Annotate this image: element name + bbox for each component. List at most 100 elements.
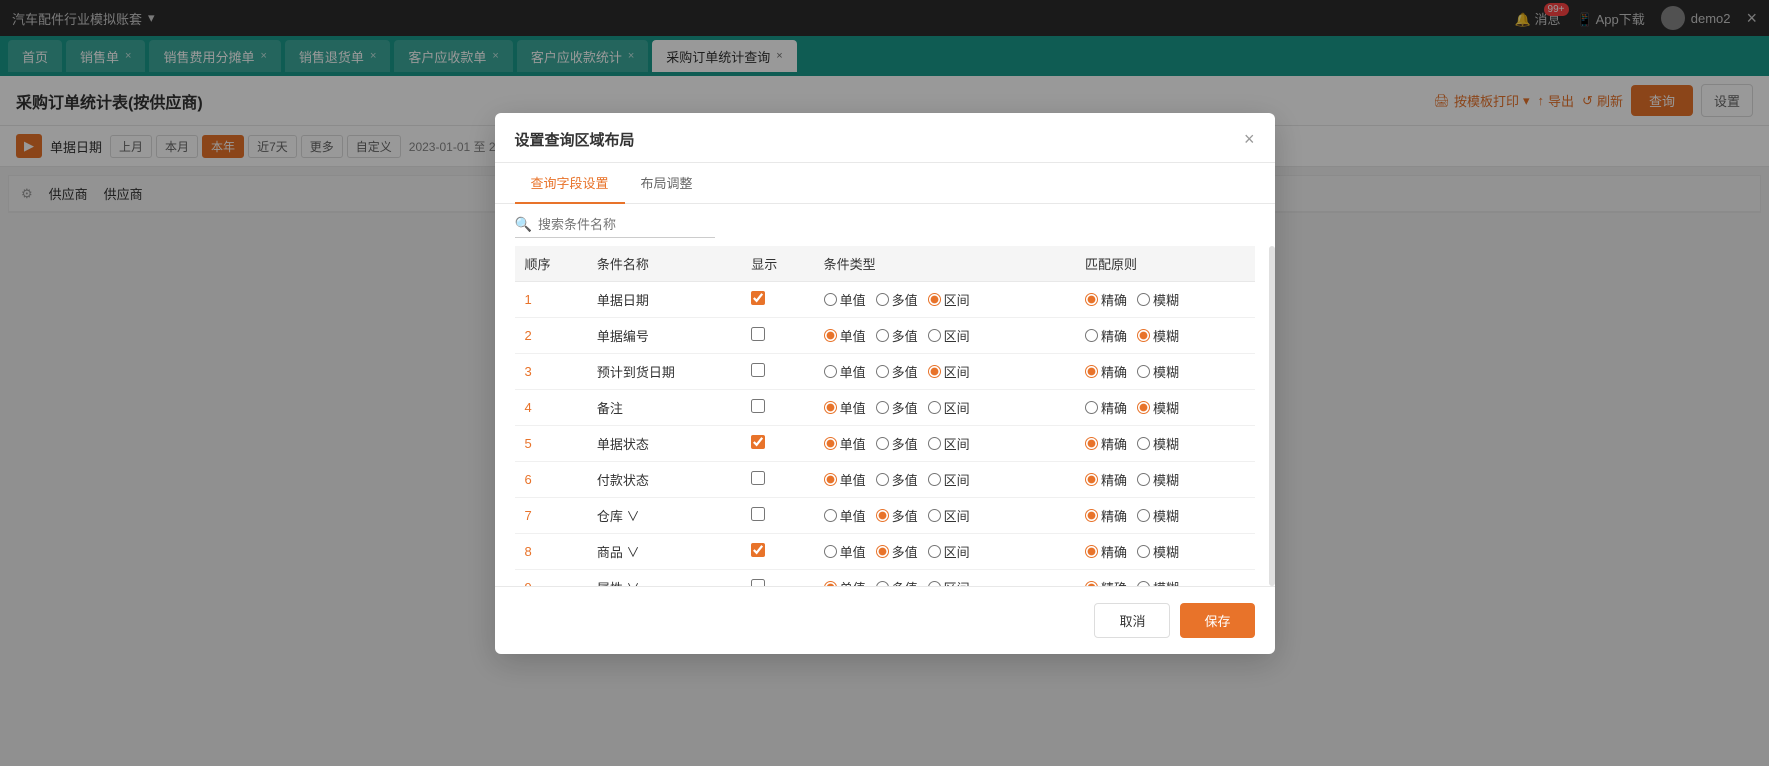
match-option-精确[interactable]: 精确: [1085, 578, 1127, 586]
display-checkbox[interactable]: [751, 471, 765, 485]
row-condition-name: 付款状态: [587, 461, 741, 497]
type-option-单值[interactable]: 单值: [824, 326, 866, 345]
display-checkbox[interactable]: [751, 543, 765, 557]
display-checkbox[interactable]: [751, 327, 765, 341]
type-option-单值[interactable]: 单值: [824, 542, 866, 561]
row-display-cell: [741, 389, 813, 425]
display-checkbox[interactable]: [751, 363, 765, 377]
col-order: 顺序: [515, 246, 587, 282]
table-row: 9属性 ∨ 单值 多值 区间 精确 模糊: [515, 569, 1255, 586]
row-order: 1: [515, 281, 587, 317]
row-match-cell: 精确模糊: [1075, 533, 1255, 569]
match-option-精确[interactable]: 精确: [1085, 506, 1127, 525]
row-match-cell: 精确模糊: [1075, 389, 1255, 425]
type-option-单值[interactable]: 单值: [824, 362, 866, 381]
display-checkbox[interactable]: [751, 291, 765, 305]
row-order: 2: [515, 317, 587, 353]
dialog-title: 设置查询区域布局: [515, 129, 635, 150]
type-option-单值[interactable]: 单值: [824, 470, 866, 489]
row-match-cell: 精确模糊: [1075, 317, 1255, 353]
row-display-cell: [741, 569, 813, 586]
table-row: 1单据日期单值多值区间精确模糊: [515, 281, 1255, 317]
row-display-cell: [741, 425, 813, 461]
match-option-模糊[interactable]: 模糊: [1137, 506, 1179, 525]
dialog-header: 设置查询区域布局 ×: [495, 113, 1275, 163]
conditions-table: 顺序 条件名称 显示 条件类型 匹配原则 1单据日期单值多值区间精确模糊2单据编…: [495, 246, 1275, 586]
display-checkbox[interactable]: [751, 507, 765, 521]
row-display-cell: [741, 533, 813, 569]
match-option-精确[interactable]: 精确: [1085, 362, 1127, 381]
row-order: 9: [515, 569, 587, 586]
type-option-多值[interactable]: 多值: [876, 398, 918, 417]
tab-layout-adjust[interactable]: 布局调整: [625, 163, 709, 204]
display-checkbox[interactable]: [751, 399, 765, 413]
row-condition-name: 商品 ∨: [587, 533, 741, 569]
type-option-区间[interactable]: 区间: [928, 542, 970, 561]
type-option-多值[interactable]: 多值: [876, 362, 918, 381]
row-order: 6: [515, 461, 587, 497]
type-option-多值[interactable]: 多值: [876, 542, 918, 561]
row-order: 4: [515, 389, 587, 425]
match-option-模糊[interactable]: 模糊: [1137, 362, 1179, 381]
match-option-模糊[interactable]: 模糊: [1137, 542, 1179, 561]
save-button[interactable]: 保存: [1180, 603, 1254, 638]
row-order: 3: [515, 353, 587, 389]
modal-overlay: 设置查询区域布局 × 查询字段设置 布局调整 🔍 顺序: [0, 0, 1769, 766]
display-checkbox[interactable]: [751, 435, 765, 449]
type-option-单值[interactable]: 单值: [824, 578, 866, 586]
row-match-cell: 精确模糊: [1075, 425, 1255, 461]
search-box: 🔍: [495, 204, 1275, 246]
match-option-模糊[interactable]: 模糊: [1137, 578, 1179, 586]
row-condition-name: 单据状态: [587, 425, 741, 461]
table-row: 5单据状态单值多值区间精确模糊: [515, 425, 1255, 461]
match-option-精确[interactable]: 精确: [1085, 398, 1127, 417]
row-type-cell: 单值多值区间: [814, 353, 1075, 389]
match-option-精确[interactable]: 精确: [1085, 326, 1127, 345]
row-match-cell: 精确模糊: [1075, 353, 1255, 389]
row-condition-name: 备注: [587, 389, 741, 425]
type-option-单值[interactable]: 单值: [824, 506, 866, 525]
match-option-精确[interactable]: 精确: [1085, 290, 1127, 309]
type-option-区间[interactable]: 区间: [928, 290, 970, 309]
match-option-模糊[interactable]: 模糊: [1137, 290, 1179, 309]
type-option-区间[interactable]: 区间: [928, 362, 970, 381]
row-type-cell: 单值多值区间: [814, 389, 1075, 425]
col-type: 条件类型: [814, 246, 1075, 282]
display-checkbox[interactable]: [751, 579, 765, 586]
type-option-多值[interactable]: 多值: [876, 326, 918, 345]
type-option-多值[interactable]: 多值: [876, 290, 918, 309]
type-option-区间[interactable]: 区间: [928, 326, 970, 345]
search-input-wrap: 🔍: [515, 216, 715, 238]
type-option-多值[interactable]: 多值: [876, 578, 918, 586]
match-option-模糊[interactable]: 模糊: [1137, 326, 1179, 345]
search-input[interactable]: [538, 217, 698, 232]
match-option-模糊[interactable]: 模糊: [1137, 434, 1179, 453]
type-option-区间[interactable]: 区间: [928, 470, 970, 489]
cancel-button[interactable]: 取消: [1094, 603, 1170, 638]
row-match-cell: 精确模糊: [1075, 461, 1255, 497]
match-option-精确[interactable]: 精确: [1085, 542, 1127, 561]
dialog-close-button[interactable]: ×: [1244, 130, 1255, 148]
match-option-模糊[interactable]: 模糊: [1137, 398, 1179, 417]
match-option-精确[interactable]: 精确: [1085, 434, 1127, 453]
type-option-区间[interactable]: 区间: [928, 506, 970, 525]
type-option-区间[interactable]: 区间: [928, 578, 970, 586]
type-option-多值[interactable]: 多值: [876, 470, 918, 489]
type-option-区间[interactable]: 区间: [928, 434, 970, 453]
type-option-单值[interactable]: 单值: [824, 398, 866, 417]
settings-dialog: 设置查询区域布局 × 查询字段设置 布局调整 🔍 顺序: [495, 113, 1275, 654]
match-option-模糊[interactable]: 模糊: [1137, 470, 1179, 489]
tab-query-fields[interactable]: 查询字段设置: [515, 163, 625, 204]
row-display-cell: [741, 461, 813, 497]
tab-query-fields-label: 查询字段设置: [531, 176, 609, 191]
type-option-区间[interactable]: 区间: [928, 398, 970, 417]
table-row: 2单据编号单值多值区间精确模糊: [515, 317, 1255, 353]
type-option-单值[interactable]: 单值: [824, 290, 866, 309]
type-option-单值[interactable]: 单值: [824, 434, 866, 453]
row-condition-name: 属性 ∨: [587, 569, 741, 586]
type-option-多值[interactable]: 多值: [876, 434, 918, 453]
table-row: 6付款状态 单值多值区间 精确模糊: [515, 461, 1255, 497]
match-option-精确[interactable]: 精确: [1085, 470, 1127, 489]
type-option-多值[interactable]: 多值: [876, 506, 918, 525]
row-type-cell: 单值多值区间: [814, 497, 1075, 533]
